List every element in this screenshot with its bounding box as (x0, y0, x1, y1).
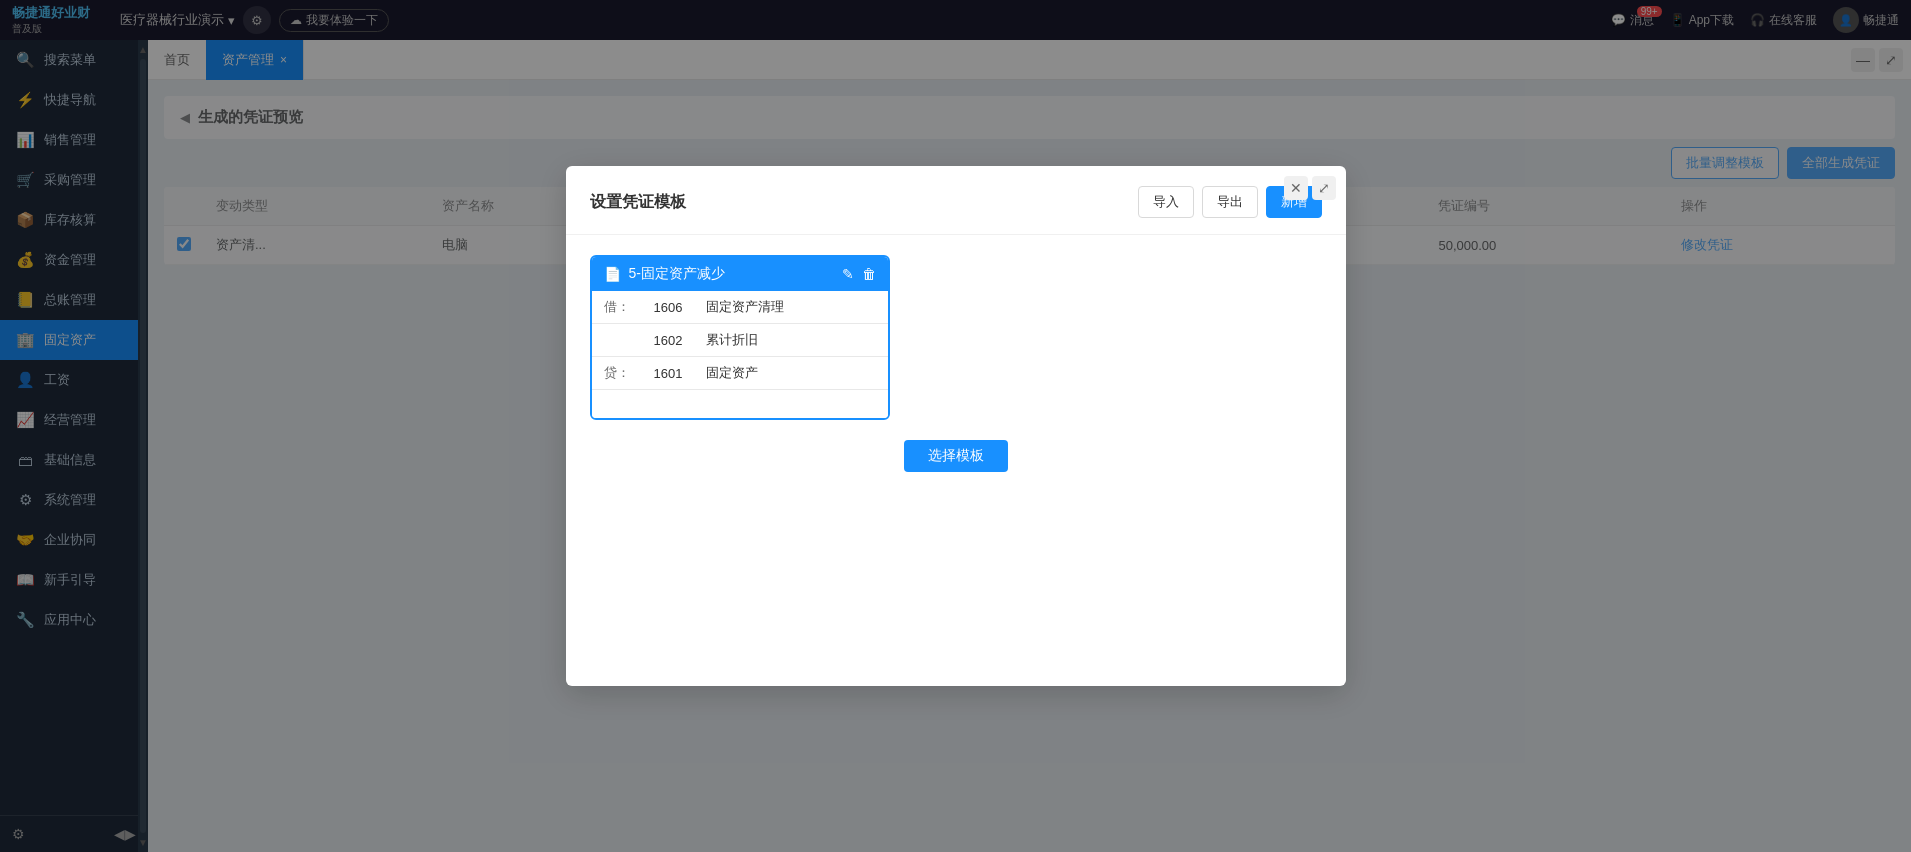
template-cell-type-2 (592, 324, 642, 357)
template-cell-code-2: 1602 (642, 324, 695, 357)
template-cell-extra2-3 (857, 357, 888, 390)
template-cell-code-1: 1606 (642, 291, 695, 324)
template-cell-extra-3 (826, 357, 857, 390)
template-card: 📄 5-固定资产减少 ✎ 🗑 借： 1606 固 (590, 255, 890, 420)
modal-dialog: ✕ ⤢ 设置凭证模板 导入 导出 新增 📄 5-固定资产减少 (566, 166, 1346, 686)
template-delete-icon[interactable]: 🗑 (862, 266, 876, 282)
template-cell-type-1: 借： (592, 291, 642, 324)
template-edit-icon[interactable]: ✎ (842, 266, 854, 282)
template-card-body: 借： 1606 固定资产清理 1602 累计折旧 (592, 291, 888, 418)
template-cell-extra-2 (826, 324, 857, 357)
select-template-button[interactable]: 选择模板 (904, 440, 1008, 472)
modal-overlay: ✕ ⤢ 设置凭证模板 导入 导出 新增 📄 5-固定资产减少 (0, 0, 1911, 852)
modal-expand-button[interactable]: ⤢ (1312, 176, 1336, 200)
template-cell-type-3: 贷： (592, 357, 642, 390)
modal-close-button[interactable]: ✕ (1284, 176, 1308, 200)
template-row-2: 1602 累计折旧 (592, 324, 888, 357)
template-cell-name-3: 固定资产 (694, 357, 825, 390)
template-cell-code-3: 1601 (642, 357, 695, 390)
template-row-empty (592, 390, 888, 418)
template-name: 5-固定资产减少 (629, 265, 725, 283)
modal-header: 设置凭证模板 导入 导出 新增 (566, 166, 1346, 235)
template-cell-extra-1 (826, 291, 857, 324)
modal-body: 📄 5-固定资产减少 ✎ 🗑 借： 1606 固 (566, 235, 1346, 492)
modal-title: 设置凭证模板 (590, 192, 686, 213)
template-cell-name-1: 固定资产清理 (694, 291, 825, 324)
template-card-header: 📄 5-固定资产减少 ✎ 🗑 (592, 257, 888, 291)
export-button[interactable]: 导出 (1202, 186, 1258, 218)
template-doc-icon: 📄 (604, 266, 621, 282)
template-cell-extra2-2 (857, 324, 888, 357)
modal-window-controls: ✕ ⤢ (1284, 176, 1336, 200)
template-cell-extra2-1 (857, 291, 888, 324)
template-cell-name-2: 累计折旧 (694, 324, 825, 357)
template-row-1: 借： 1606 固定资产清理 (592, 291, 888, 324)
template-row-3: 贷： 1601 固定资产 (592, 357, 888, 390)
import-button[interactable]: 导入 (1138, 186, 1194, 218)
select-template-area: 选择模板 (590, 440, 1322, 472)
template-table: 借： 1606 固定资产清理 1602 累计折旧 (592, 291, 888, 418)
